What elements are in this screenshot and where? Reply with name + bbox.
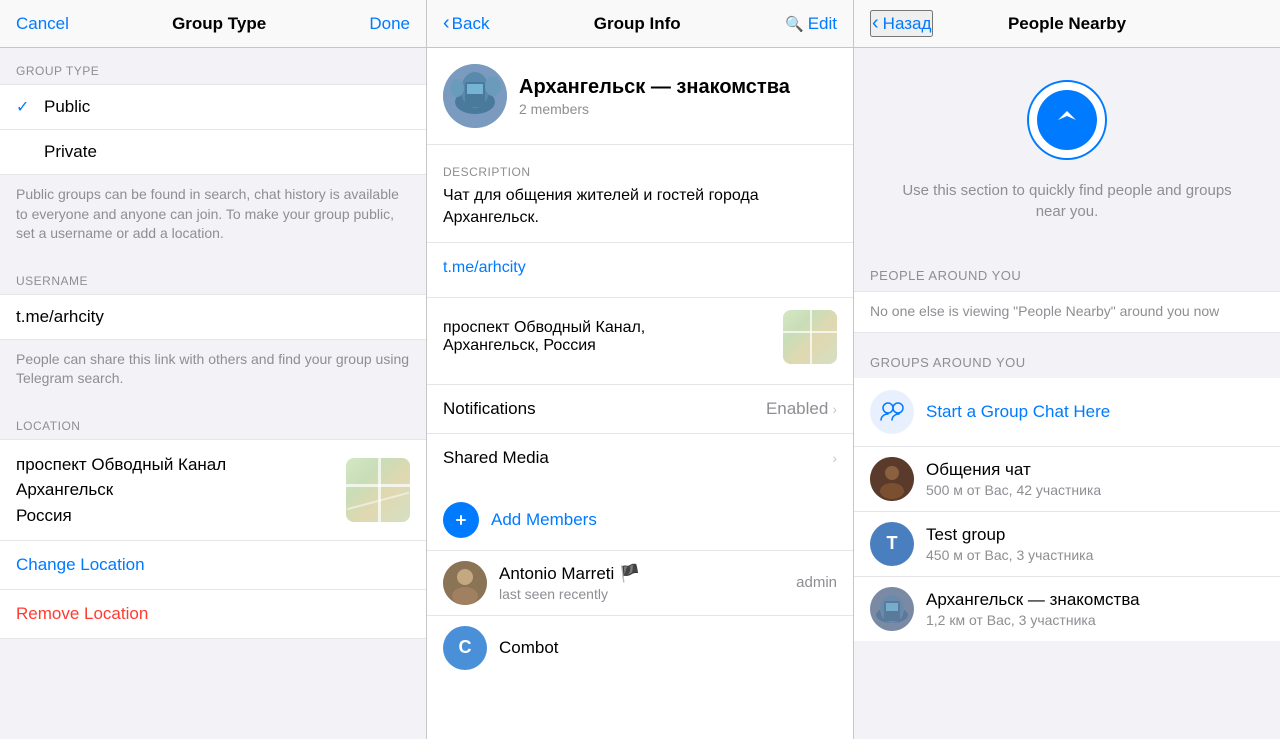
- back-button-panel2[interactable]: ‹ Back: [443, 12, 489, 35]
- description-block: DESCRIPTION Чат для общения жителей и го…: [427, 153, 853, 242]
- add-members-label: Add Members: [491, 510, 597, 530]
- panel-group-type: Cancel Group Type Done GROUP TYPE ✓ Publ…: [0, 0, 427, 739]
- notifications-value: Enabled ›: [766, 399, 837, 419]
- panel-people-nearby: ‹ Назад People Nearby Use this section t…: [854, 0, 1280, 739]
- group-avatar: [443, 64, 507, 128]
- nav-bar-panel1: Cancel Group Type Done: [0, 0, 426, 48]
- cancel-button[interactable]: Cancel: [16, 14, 69, 34]
- member-avatar-0: [443, 561, 487, 605]
- username-section-header: USERNAME: [0, 258, 426, 294]
- description-link[interactable]: t.me/arhcity: [443, 251, 837, 285]
- member-name-0: Antonio Marreti 🏴: [499, 564, 796, 584]
- location-block: проспект Обводный КаналАрхангельскРоссия: [0, 439, 426, 542]
- member-role-0: admin: [796, 574, 837, 591]
- panel-group-info: ‹ Back Group Info 🔍 Edit: [427, 0, 854, 739]
- location-row: проспект Обводный Канал,Архангельск, Рос…: [427, 297, 853, 376]
- nearby-group-sub-2: 1,2 км от Вас, 3 участника: [926, 612, 1264, 628]
- edit-label: Edit: [808, 14, 837, 34]
- back-chevron-icon: ‹: [443, 12, 450, 35]
- nearby-group-name-2: Архангельск — знакомства: [926, 590, 1264, 610]
- nav-bar-panel3: ‹ Назад People Nearby: [854, 0, 1280, 48]
- change-location-button[interactable]: Change Location: [0, 541, 426, 590]
- nearby-group-0[interactable]: Общения чат 500 м от Вас, 42 участника: [854, 447, 1280, 512]
- location-address: проспект Обводный Канал,Архангельск, Рос…: [443, 319, 645, 355]
- back-button-panel3[interactable]: ‹ Назад: [870, 10, 933, 37]
- nearby-group-avatar-2: [870, 587, 914, 631]
- member-name-1: Combot: [499, 638, 837, 658]
- nav-title-panel2: Group Info: [594, 14, 681, 34]
- back-label-panel2: Back: [452, 14, 490, 34]
- shared-media-chevron: ›: [832, 450, 837, 466]
- nearby-group-info-2: Архангельск — знакомства 1,2 км от Вас, …: [926, 590, 1264, 628]
- member-info-0: Antonio Marreti 🏴 last seen recently: [499, 564, 796, 602]
- nearby-group-avatar-0: [870, 457, 914, 501]
- groups-around-header: GROUPS AROUND YOU: [854, 341, 1280, 378]
- chevron-icon-2: ›: [832, 450, 837, 466]
- location-map-thumbnail: [346, 458, 410, 522]
- start-group-row[interactable]: Start a Group Chat Here: [854, 378, 1280, 447]
- people-around-section: PEOPLE AROUND YOU No one else is viewing…: [854, 254, 1280, 333]
- member-avatar-1: C: [443, 626, 487, 670]
- back-label-panel3: Назад: [883, 14, 932, 34]
- no-one-text: No one else is viewing "People Nearby" a…: [870, 303, 1219, 319]
- username-info-text: People can share this link with others a…: [0, 340, 426, 403]
- notifications-label: Notifications: [443, 399, 536, 419]
- member-info-1: Combot: [499, 638, 837, 658]
- add-members-row[interactable]: Add Members: [427, 490, 853, 551]
- username-field[interactable]: t.me/arhcity: [0, 294, 426, 340]
- notifications-row[interactable]: Notifications Enabled ›: [427, 384, 853, 433]
- location-icon: [1027, 80, 1107, 160]
- nearby-group-2[interactable]: Архангельск — знакомства 1,2 км от Вас, …: [854, 577, 1280, 641]
- private-option[interactable]: ✓ Private: [0, 130, 426, 174]
- nav-title-panel3: People Nearby: [1008, 14, 1126, 34]
- search-icon: 🔍: [785, 15, 804, 33]
- nav-bar-panel2: ‹ Back Group Info 🔍 Edit: [427, 0, 853, 48]
- nav-title-panel1: Group Type: [172, 14, 266, 34]
- private-label: Private: [44, 142, 97, 162]
- member-row-1[interactable]: C Combot: [427, 616, 853, 680]
- group-name: Архангельск — знакомства: [519, 76, 790, 99]
- nearby-group-info-0: Общения чат 500 м от Вас, 42 участника: [926, 460, 1264, 498]
- nearby-group-name-0: Общения чат: [926, 460, 1264, 480]
- description-text: Чат для общения жителей и гостей города …: [443, 185, 837, 230]
- location-promo-section: Use this section to quickly find people …: [854, 80, 1280, 254]
- start-group-label: Start a Group Chat Here: [926, 402, 1110, 422]
- nearby-group-sub-0: 500 м от Вас, 42 участника: [926, 482, 1264, 498]
- checkmark-icon: ✓: [16, 97, 36, 117]
- public-info-text: Public groups can be found in search, ch…: [0, 175, 426, 258]
- done-button[interactable]: Done: [369, 14, 410, 34]
- group-members: 2 members: [519, 101, 790, 117]
- back-chevron-icon-3: ‹: [872, 12, 879, 35]
- people-nearby-description: Use this section to quickly find people …: [854, 180, 1280, 246]
- description-label: DESCRIPTION: [443, 165, 837, 179]
- edit-button[interactable]: 🔍 Edit: [785, 14, 837, 34]
- member-row-0[interactable]: Antonio Marreti 🏴 last seen recently adm…: [427, 551, 853, 616]
- public-option[interactable]: ✓ Public: [0, 85, 426, 130]
- add-member-icon: [443, 502, 479, 538]
- group-header: Архангельск — знакомства 2 members: [427, 48, 853, 145]
- nearby-group-1[interactable]: T Test group 450 м от Вас, 3 участника: [854, 512, 1280, 577]
- nearby-group-name-1: Test group: [926, 525, 1264, 545]
- remove-location-button[interactable]: Remove Location: [0, 590, 426, 639]
- start-group-icon: [870, 390, 914, 434]
- group-type-section-header: GROUP TYPE: [0, 48, 426, 84]
- checkmark-placeholder: ✓: [16, 142, 36, 162]
- public-label: Public: [44, 97, 90, 117]
- chevron-icon: ›: [832, 401, 837, 417]
- groups-around-section: GROUPS AROUND YOU Start a Group Chat Her…: [854, 341, 1280, 641]
- nearby-group-sub-1: 450 м от Вас, 3 участника: [926, 547, 1264, 563]
- people-around-header: PEOPLE AROUND YOU: [854, 254, 1280, 291]
- location-text: проспект Обводный КаналАрхангельскРоссия: [16, 452, 226, 529]
- nearby-group-avatar-1: T: [870, 522, 914, 566]
- nearby-group-info-1: Test group 450 м от Вас, 3 участника: [926, 525, 1264, 563]
- location-icon-inner: [1037, 90, 1097, 150]
- shared-media-label: Shared Media: [443, 448, 549, 468]
- location-map-small: [783, 310, 837, 364]
- shared-media-row[interactable]: Shared Media ›: [427, 433, 853, 482]
- location-section-header: LOCATION: [0, 403, 426, 439]
- member-status-0: last seen recently: [499, 586, 796, 602]
